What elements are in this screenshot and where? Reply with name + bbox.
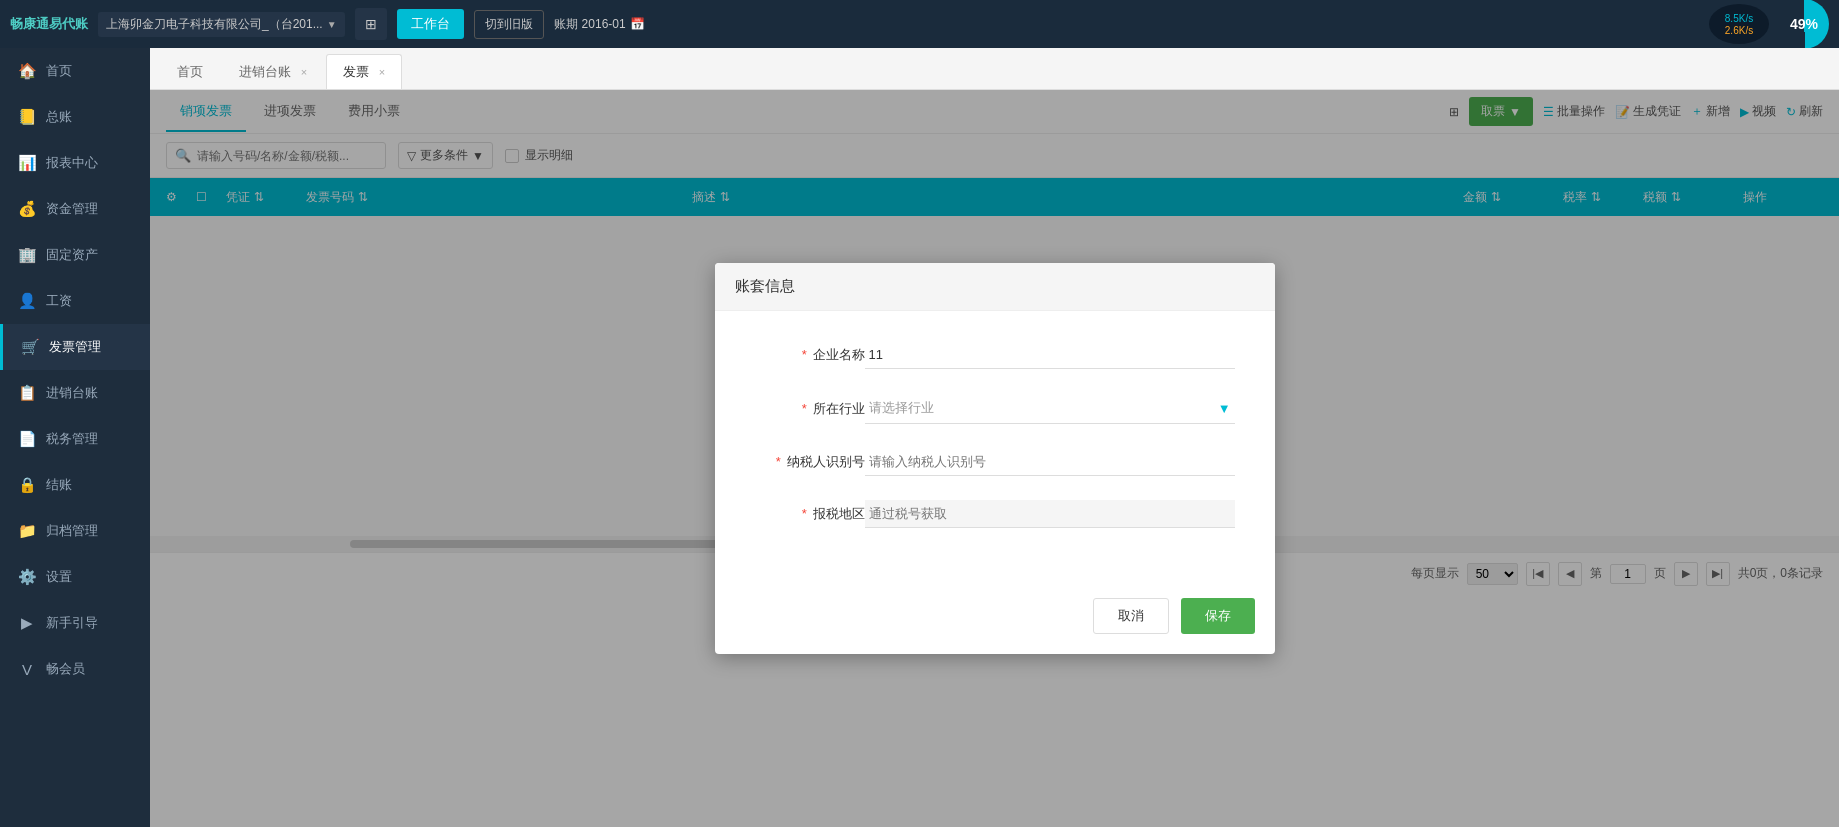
- gear-icon: ⚙️: [18, 568, 36, 586]
- main-layout: 🏠 首页 📒 总账 📊 报表中心 💰 资金管理 🏢 固定资产 👤 工资 🛒 发票…: [0, 48, 1839, 827]
- industry-label: * 所在行业: [755, 400, 865, 418]
- sidebar-label-purchases: 进销台账: [46, 384, 98, 402]
- sidebar-item-funds[interactable]: 💰 资金管理: [0, 186, 150, 232]
- cpu-usage: 49%: [1779, 0, 1829, 49]
- app-logo: 畅康通易代账: [10, 15, 88, 33]
- company-name: 上海卯金刀电子科技有限公司_（台201...: [106, 16, 323, 33]
- purchases-icon: 📋: [18, 384, 36, 402]
- form-row-region: * 报税地区: [755, 500, 1235, 528]
- sidebar-item-home[interactable]: 🏠 首页: [0, 48, 150, 94]
- vip-icon: V: [18, 661, 36, 678]
- company-selector[interactable]: 上海卯金刀电子科技有限公司_（台201... ▼: [98, 12, 345, 37]
- industry-select[interactable]: 请选择行业 ▼: [865, 393, 1235, 424]
- workbench-button[interactable]: 工作台: [397, 9, 464, 39]
- tax-icon: 📄: [18, 430, 36, 448]
- chevron-down-icon: ▼: [1218, 401, 1231, 416]
- region-input: [865, 500, 1235, 528]
- sidebar-item-payroll[interactable]: 👤 工资: [0, 278, 150, 324]
- taxid-input[interactable]: [865, 448, 1235, 476]
- topbar: 畅康通易代账 上海卯金刀电子科技有限公司_（台201... ▼ ⊞ 工作台 切到…: [0, 0, 1839, 48]
- cancel-button[interactable]: 取消: [1093, 598, 1169, 634]
- guide-icon: ▶: [18, 614, 36, 632]
- home-icon: 🏠: [18, 62, 36, 80]
- ledger-icon: 📒: [18, 108, 36, 126]
- sidebar-item-ledger[interactable]: 📒 总账: [0, 94, 150, 140]
- sidebar-label-tax: 税务管理: [46, 430, 98, 448]
- sidebar-item-guide[interactable]: ▶ 新手引导: [0, 600, 150, 646]
- copy-icon-btn[interactable]: ⊞: [355, 8, 387, 40]
- period-display: 账期 2016-01 📅: [554, 16, 645, 33]
- archive-icon: 📁: [18, 522, 36, 540]
- sidebar-item-assets[interactable]: 🏢 固定资产: [0, 232, 150, 278]
- tabbar: 首页 进销台账 × 发票 ×: [150, 48, 1839, 90]
- modal-overlay: 账套信息 * 企业名称 *: [150, 90, 1839, 827]
- oldver-button[interactable]: 切到旧版: [474, 10, 544, 39]
- reports-icon: 📊: [18, 154, 36, 172]
- tab-purchases-close[interactable]: ×: [301, 66, 307, 78]
- sidebar-label-reports: 报表中心: [46, 154, 98, 172]
- sidebar-item-vip[interactable]: V 畅会员: [0, 646, 150, 692]
- form-row-industry: * 所在行业 请选择行业 ▼: [755, 393, 1235, 424]
- form-row-company: * 企业名称: [755, 341, 1235, 369]
- payroll-icon: 👤: [18, 292, 36, 310]
- sidebar-item-purchases[interactable]: 📋 进销台账: [0, 370, 150, 416]
- inner-content: 销项发票 进项发票 费用小票 ⊞ 取票 ▼: [150, 90, 1839, 827]
- form-row-taxid: * 纳税人识别号: [755, 448, 1235, 476]
- sidebar-label-settings: 设置: [46, 568, 72, 586]
- sidebar-item-settings[interactable]: ⚙️ 设置: [0, 554, 150, 600]
- sidebar: 🏠 首页 📒 总账 📊 报表中心 💰 资金管理 🏢 固定资产 👤 工资 🛒 发票…: [0, 48, 150, 827]
- calendar-icon[interactable]: 📅: [630, 17, 645, 31]
- content-area: 首页 进销台账 × 发票 × 销项发票 进项发票 费用: [150, 48, 1839, 827]
- dialog-account-info: 账套信息 * 企业名称 *: [715, 263, 1275, 654]
- region-label: * 报税地区: [755, 505, 865, 523]
- download-speed: 2.6K/s: [1725, 25, 1753, 36]
- save-button[interactable]: 保存: [1181, 598, 1255, 634]
- sidebar-label-home: 首页: [46, 62, 72, 80]
- sidebar-label-closeout: 结账: [46, 476, 72, 494]
- sidebar-label-assets: 固定资产: [46, 246, 98, 264]
- sidebar-label-archive: 归档管理: [46, 522, 98, 540]
- tab-invoice-close[interactable]: ×: [379, 66, 385, 78]
- company-input[interactable]: [865, 341, 1235, 369]
- taxid-label: * 纳税人识别号: [755, 453, 865, 471]
- tab-purchases[interactable]: 进销台账 ×: [222, 54, 324, 89]
- sidebar-label-guide: 新手引导: [46, 614, 98, 632]
- tab-home[interactable]: 首页: [160, 54, 220, 89]
- dialog-footer: 取消 保存: [715, 582, 1275, 654]
- sidebar-item-invoice[interactable]: 🛒 发票管理: [0, 324, 150, 370]
- assets-icon: 🏢: [18, 246, 36, 264]
- sidebar-item-tax[interactable]: 📄 税务管理: [0, 416, 150, 462]
- sidebar-item-closeout[interactable]: 🔒 结账: [0, 462, 150, 508]
- network-speed: 8.5K/s 2.6K/s: [1709, 4, 1769, 44]
- upload-speed: 8.5K/s: [1725, 13, 1753, 24]
- sidebar-label-funds: 资金管理: [46, 200, 98, 218]
- tab-invoice[interactable]: 发票 ×: [326, 54, 402, 89]
- closeout-icon: 🔒: [18, 476, 36, 494]
- invoice-icon: 🛒: [21, 338, 39, 356]
- dialog-body: * 企业名称 * 所在行业 请选择行业: [715, 311, 1275, 582]
- funds-icon: 💰: [18, 200, 36, 218]
- sidebar-label-payroll: 工资: [46, 292, 72, 310]
- chevron-down-icon: ▼: [327, 19, 337, 30]
- sidebar-item-reports[interactable]: 📊 报表中心: [0, 140, 150, 186]
- sidebar-label-ledger: 总账: [46, 108, 72, 126]
- dialog-title: 账套信息: [715, 263, 1275, 311]
- sidebar-label-invoice: 发票管理: [49, 338, 101, 356]
- sidebar-label-vip: 畅会员: [46, 660, 85, 678]
- sidebar-item-archive[interactable]: 📁 归档管理: [0, 508, 150, 554]
- company-label: * 企业名称: [755, 346, 865, 364]
